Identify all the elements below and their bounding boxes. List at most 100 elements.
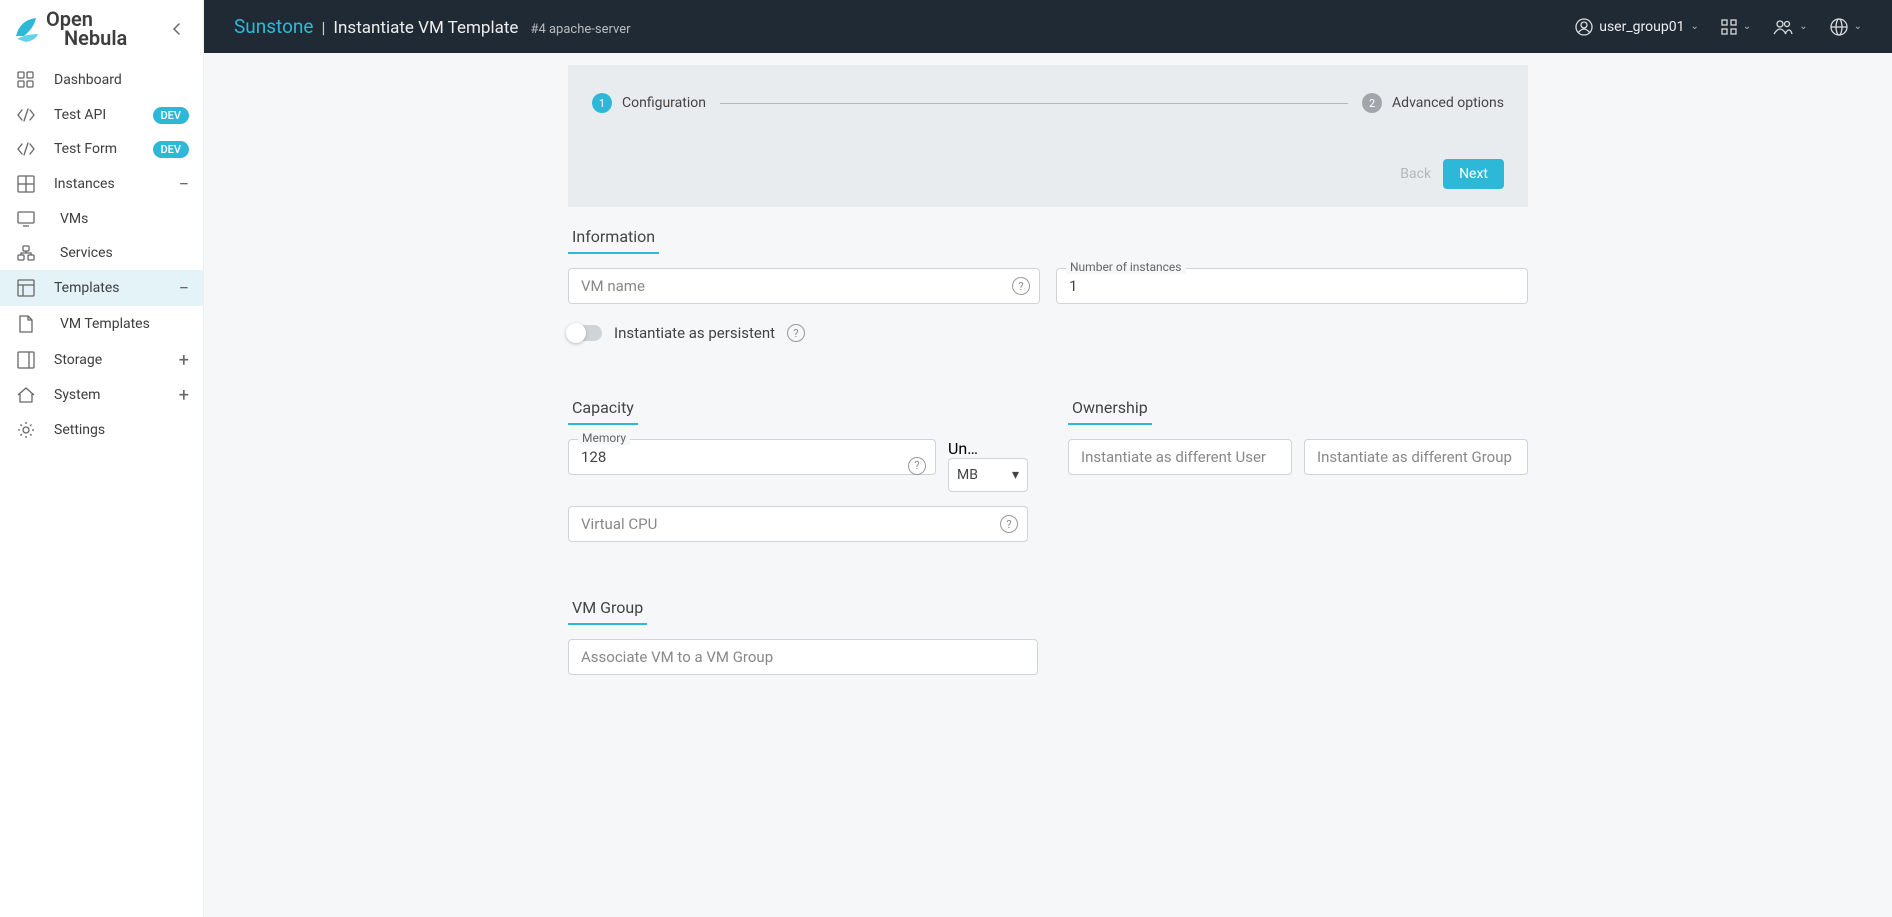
sidebar-collapse-button[interactable] xyxy=(163,16,189,42)
unit-select[interactable]: MB ▾ xyxy=(948,458,1028,492)
apps-menu[interactable]: ⌄ xyxy=(1721,19,1751,35)
memory-field-wrap: Memory ? xyxy=(568,439,936,492)
sidebar-item-label: Storage xyxy=(54,352,102,368)
brand: Sunstone xyxy=(234,15,314,38)
chevron-down-icon: ⌄ xyxy=(1854,21,1862,32)
next-button[interactable]: Next xyxy=(1443,159,1504,189)
step-number: 1 xyxy=(592,93,612,113)
help-icon[interactable]: ? xyxy=(1000,515,1018,533)
user-icon xyxy=(1575,18,1593,36)
persistent-toggle[interactable] xyxy=(568,325,602,341)
sidebar-item-services[interactable]: Services xyxy=(0,236,203,270)
vmgroup-placeholder: Associate VM to a VM Group xyxy=(581,648,773,666)
step-label: Configuration xyxy=(622,95,706,111)
sidebar-item-label: Instances xyxy=(54,176,115,192)
sidebar-item-label: Dashboard xyxy=(54,72,122,88)
gear-icon xyxy=(16,421,36,439)
owner-user-placeholder: Instantiate as different User xyxy=(1081,448,1266,466)
storage-icon xyxy=(16,351,36,369)
logo-line2: Nebula xyxy=(64,29,127,48)
back-button: Back xyxy=(1400,166,1431,182)
persistent-label: Instantiate as persistent xyxy=(614,324,775,342)
unit-label: Un… xyxy=(948,439,998,458)
vmgroup-select[interactable]: Associate VM to a VM Group xyxy=(568,639,1038,675)
help-icon[interactable]: ? xyxy=(787,324,805,342)
chevron-left-icon xyxy=(173,23,180,35)
sidebar-item-storage[interactable]: Storage + xyxy=(0,342,203,378)
user-menu[interactable]: user_group01 ⌄ xyxy=(1575,18,1699,36)
collapse-icon: − xyxy=(179,278,189,299)
vcpu-field-wrap: ? xyxy=(568,506,1028,542)
vm-name-input[interactable] xyxy=(568,268,1040,304)
section-ownership: Ownership xyxy=(1068,392,1152,425)
sidebar-item-system[interactable]: System + xyxy=(0,378,203,412)
sidebar-item-vm-templates[interactable]: VM Templates xyxy=(0,306,203,342)
step-2[interactable]: 2 Advanced options xyxy=(1362,93,1504,113)
group-menu[interactable]: ⌄ xyxy=(1773,19,1807,35)
vm-name-field-wrap: ? xyxy=(568,268,1040,304)
users-icon xyxy=(1773,19,1793,35)
sidebar-item-label: Test Form xyxy=(54,141,117,157)
sidebar-item-label: VMs xyxy=(60,211,88,227)
vcpu-input[interactable] xyxy=(568,506,1028,542)
home-icon xyxy=(16,387,36,403)
sidebar-item-test-api[interactable]: Test API DEV xyxy=(0,98,203,132)
owner-group-placeholder: Instantiate as different Group xyxy=(1317,448,1512,466)
code-icon xyxy=(16,142,36,156)
owner-user-select[interactable]: Instantiate as different User xyxy=(1068,439,1292,475)
sidebar-item-instances[interactable]: Instances − xyxy=(0,166,203,202)
section-capacity: Capacity xyxy=(568,392,638,425)
section-vmgroup: VM Group xyxy=(568,592,647,625)
sidebar-item-templates[interactable]: Templates − xyxy=(0,270,203,306)
sidebar-item-settings[interactable]: Settings xyxy=(0,412,203,448)
unit-value: MB xyxy=(957,467,978,483)
step-connector xyxy=(720,103,1348,104)
chevron-down-icon: ⌄ xyxy=(1799,21,1807,32)
chevron-down-icon: ⌄ xyxy=(1743,21,1751,32)
memory-label: Memory xyxy=(578,431,630,445)
topbar: Sunstone | Instantiate VM Template #4 ap… xyxy=(204,0,1892,53)
dropdown-arrow-icon: ▾ xyxy=(1012,467,1019,483)
instances-label: Number of instances xyxy=(1066,260,1186,274)
toggle-knob xyxy=(566,323,586,343)
sidebar-item-dashboard[interactable]: Dashboard xyxy=(0,62,203,98)
lang-menu[interactable]: ⌄ xyxy=(1830,18,1862,36)
separator: | xyxy=(322,18,326,37)
globe-icon xyxy=(1830,18,1848,36)
expand-icon: + xyxy=(179,350,189,371)
sidebar-item-label: Test API xyxy=(54,107,106,123)
step-label: Advanced options xyxy=(1392,95,1504,111)
username: user_group01 xyxy=(1599,19,1684,35)
monitor-icon xyxy=(16,211,36,227)
sidebar-item-label: Templates xyxy=(54,280,120,296)
hierarchy-icon xyxy=(16,245,36,261)
instances-field-wrap: Number of instances xyxy=(1056,268,1528,304)
owner-group-select[interactable]: Instantiate as different Group xyxy=(1304,439,1528,475)
help-icon[interactable]: ? xyxy=(1012,277,1030,295)
file-icon xyxy=(16,315,36,333)
sidebar-item-label: Services xyxy=(60,245,113,261)
code-icon xyxy=(16,108,36,122)
sidebar-item-label: VM Templates xyxy=(60,316,150,332)
dashboard-icon xyxy=(16,71,36,89)
logo: Open Nebula xyxy=(14,10,127,48)
step-number: 2 xyxy=(1362,93,1382,113)
help-icon[interactable]: ? xyxy=(908,457,926,475)
grid-icon xyxy=(16,175,36,193)
sidebar: Open Nebula Dashboard Test API DEV Test … xyxy=(0,0,204,917)
collapse-icon: − xyxy=(179,174,189,195)
dev-badge: DEV xyxy=(153,107,190,124)
page-title: Instantiate VM Template xyxy=(333,18,518,38)
sidebar-item-vms[interactable]: VMs xyxy=(0,202,203,236)
sidebar-item-label: System xyxy=(54,387,100,403)
logo-icon xyxy=(14,14,40,44)
expand-icon: + xyxy=(179,385,189,406)
step-1[interactable]: 1 Configuration xyxy=(592,93,706,113)
section-information: Information xyxy=(568,221,659,254)
sidebar-item-test-form[interactable]: Test Form DEV xyxy=(0,132,203,166)
stepper-card: 1 Configuration 2 Advanced options Back … xyxy=(568,65,1528,207)
apps-icon xyxy=(1721,19,1737,35)
template-icon xyxy=(16,279,36,297)
chevron-down-icon: ⌄ xyxy=(1690,21,1698,32)
dev-badge: DEV xyxy=(153,141,190,158)
